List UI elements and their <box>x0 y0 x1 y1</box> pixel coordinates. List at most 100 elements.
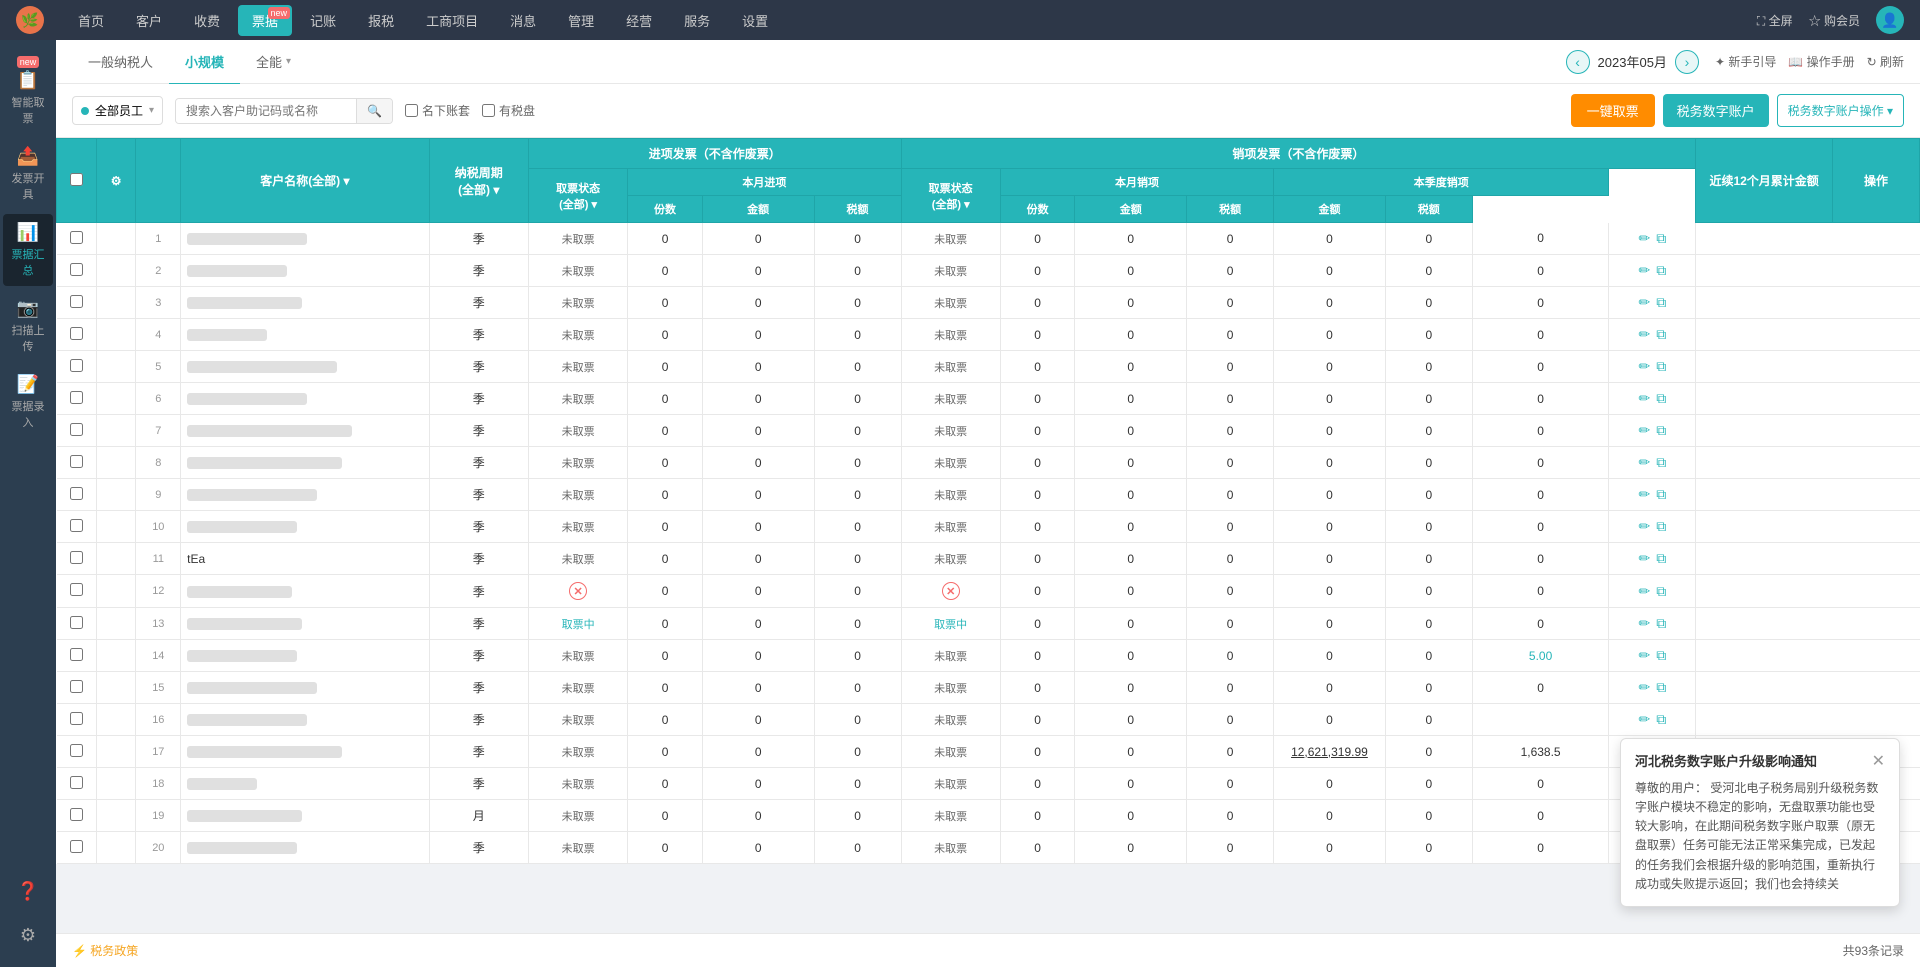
row-12month-cell: 0 <box>1472 672 1609 704</box>
copy-icon[interactable]: ⧉ <box>1656 358 1666 375</box>
nav-management[interactable]: 管理 <box>554 5 608 36</box>
nav-services[interactable]: 服务 <box>670 5 724 36</box>
operations-manual[interactable]: 📖 操作手册 <box>1788 53 1854 70</box>
row-checkbox[interactable] <box>70 583 83 596</box>
row-checkbox[interactable] <box>70 327 83 340</box>
copy-icon[interactable]: ⧉ <box>1656 583 1666 600</box>
row-checkbox-cell <box>57 351 97 383</box>
row-checkbox[interactable] <box>70 648 83 661</box>
edit-icon[interactable]: ✏ <box>1638 615 1650 632</box>
search-button[interactable]: 🔍 <box>356 99 392 123</box>
sidebar-item-invoice-summary[interactable]: 📊 票据汇总 <box>3 214 53 286</box>
edit-icon[interactable]: ✏ <box>1638 711 1650 728</box>
prev-month-button[interactable]: ‹ <box>1566 50 1590 74</box>
copy-icon[interactable]: ⧉ <box>1656 262 1666 279</box>
edit-icon[interactable]: ✏ <box>1638 262 1650 279</box>
copy-icon[interactable]: ⧉ <box>1656 647 1666 664</box>
row-out-count-cell: 0 <box>1000 672 1075 704</box>
copy-icon[interactable]: ⧉ <box>1656 326 1666 343</box>
nav-settings[interactable]: 设置 <box>728 5 782 36</box>
edit-icon[interactable]: ✏ <box>1638 294 1650 311</box>
has-tax-disk-checkbox[interactable] <box>482 104 495 117</box>
row-checkbox[interactable] <box>70 808 83 821</box>
nav-invoices[interactable]: 票据 new <box>238 5 292 36</box>
row-checkbox[interactable] <box>70 295 83 308</box>
row-checkbox[interactable] <box>70 680 83 693</box>
tax-digital-account-button[interactable]: 税务数字账户 <box>1663 94 1769 127</box>
edit-icon[interactable]: ✏ <box>1638 647 1650 664</box>
edit-icon[interactable]: ✏ <box>1638 454 1650 471</box>
copy-icon[interactable]: ⧉ <box>1656 486 1666 503</box>
row-checkbox[interactable] <box>70 712 83 725</box>
row-checkbox[interactable] <box>70 263 83 276</box>
next-month-button[interactable]: › <box>1675 50 1699 74</box>
copy-icon[interactable]: ⧉ <box>1656 615 1666 632</box>
new-user-guide[interactable]: ✦ 新手引导 <box>1715 53 1776 70</box>
nav-accounting[interactable]: 记账 <box>296 5 350 36</box>
copy-icon[interactable]: ⧉ <box>1656 679 1666 696</box>
row-checkbox[interactable] <box>70 487 83 500</box>
edit-icon[interactable]: ✏ <box>1638 679 1650 696</box>
sidebar-item-smart-ticket[interactable]: new 📋 智能取票 <box>3 48 53 134</box>
edit-icon[interactable]: ✏ <box>1638 550 1650 567</box>
row-checkbox[interactable] <box>70 840 83 853</box>
edit-icon[interactable]: ✏ <box>1638 422 1650 439</box>
sidebar-item-scan-upload[interactable]: 📷 扫描上传 <box>3 290 53 362</box>
edit-icon[interactable]: ✏ <box>1638 583 1650 600</box>
copy-icon[interactable]: ⧉ <box>1656 550 1666 567</box>
row-checkbox[interactable] <box>70 359 83 372</box>
settings-icon[interactable]: ⚙ <box>8 915 48 955</box>
copy-icon[interactable]: ⧉ <box>1656 711 1666 728</box>
tax-digital-ops-button[interactable]: 税务数字账户操作 ▾ <box>1777 94 1904 127</box>
edit-icon[interactable]: ✏ <box>1638 486 1650 503</box>
row-checkbox[interactable] <box>70 776 83 789</box>
row-checkbox[interactable] <box>70 231 83 244</box>
copy-icon[interactable]: ⧉ <box>1656 230 1666 247</box>
nav-messages[interactable]: 消息 <box>496 5 550 36</box>
sub-account-checkbox[interactable] <box>405 104 418 117</box>
edit-icon[interactable]: ✏ <box>1638 326 1650 343</box>
checkbox-sub-account[interactable]: 名下账套 <box>405 102 470 119</box>
sidebar-item-invoice-entry[interactable]: 📝 票据录入 <box>3 366 53 438</box>
row-checkbox[interactable] <box>70 551 83 564</box>
nav-operations[interactable]: 经营 <box>612 5 666 36</box>
search-input[interactable] <box>176 99 356 123</box>
table-row: 9 季 未取票 0 0 0 未取票 0 0 0 0 0 0 ✏ ⧉ <box>57 479 1920 511</box>
copy-icon[interactable]: ⧉ <box>1656 454 1666 471</box>
sidebar-item-invoice-open[interactable]: 📤 发票开具 <box>3 138 53 210</box>
tab-small-scale[interactable]: 小规模 <box>169 40 240 85</box>
copy-icon[interactable]: ⧉ <box>1656 422 1666 439</box>
employee-select[interactable]: 全部员工 ▾ <box>72 96 163 125</box>
checkbox-has-tax-disk[interactable]: 有税盘 <box>482 102 535 119</box>
edit-icon[interactable]: ✏ <box>1638 230 1650 247</box>
one-key-ticket-button[interactable]: 一键取票 <box>1571 94 1655 127</box>
edit-icon[interactable]: ✏ <box>1638 390 1650 407</box>
refresh-button[interactable]: ↻ 刷新 <box>1867 53 1904 70</box>
help-icon[interactable]: ❓ <box>8 871 48 911</box>
nav-tax[interactable]: 报税 <box>354 5 408 36</box>
row-checkbox[interactable] <box>70 391 83 404</box>
nav-home[interactable]: 首页 <box>64 5 118 36</box>
copy-icon[interactable]: ⧉ <box>1656 390 1666 407</box>
select-all-checkbox[interactable] <box>70 173 83 186</box>
edit-icon[interactable]: ✏ <box>1638 518 1650 535</box>
notification-close[interactable]: ✕ <box>1872 751 1885 771</box>
tab-general-taxpayer[interactable]: 一般纳税人 <box>72 40 169 85</box>
row-checkbox[interactable] <box>70 616 83 629</box>
tax-policy-link[interactable]: ⚡ 税务政策 <box>72 942 138 959</box>
copy-icon[interactable]: ⧉ <box>1656 294 1666 311</box>
tab-all[interactable]: 全能 ▾ <box>240 40 307 85</box>
row-checkbox[interactable] <box>70 455 83 468</box>
col-header-checkbox <box>57 139 97 223</box>
avatar[interactable]: 👤 <box>1876 6 1904 34</box>
edit-icon[interactable]: ✏ <box>1638 358 1650 375</box>
nav-business[interactable]: 工商项目 <box>412 5 492 36</box>
nav-customers[interactable]: 客户 <box>122 5 176 36</box>
fullscreen-button[interactable]: ⛶ 全屏 <box>1757 12 1793 29</box>
nav-billing[interactable]: 收费 <box>180 5 234 36</box>
member-button[interactable]: ☆ 购会员 <box>1809 12 1860 29</box>
row-checkbox[interactable] <box>70 423 83 436</box>
row-checkbox[interactable] <box>70 744 83 757</box>
row-checkbox[interactable] <box>70 519 83 532</box>
copy-icon[interactable]: ⧉ <box>1656 518 1666 535</box>
